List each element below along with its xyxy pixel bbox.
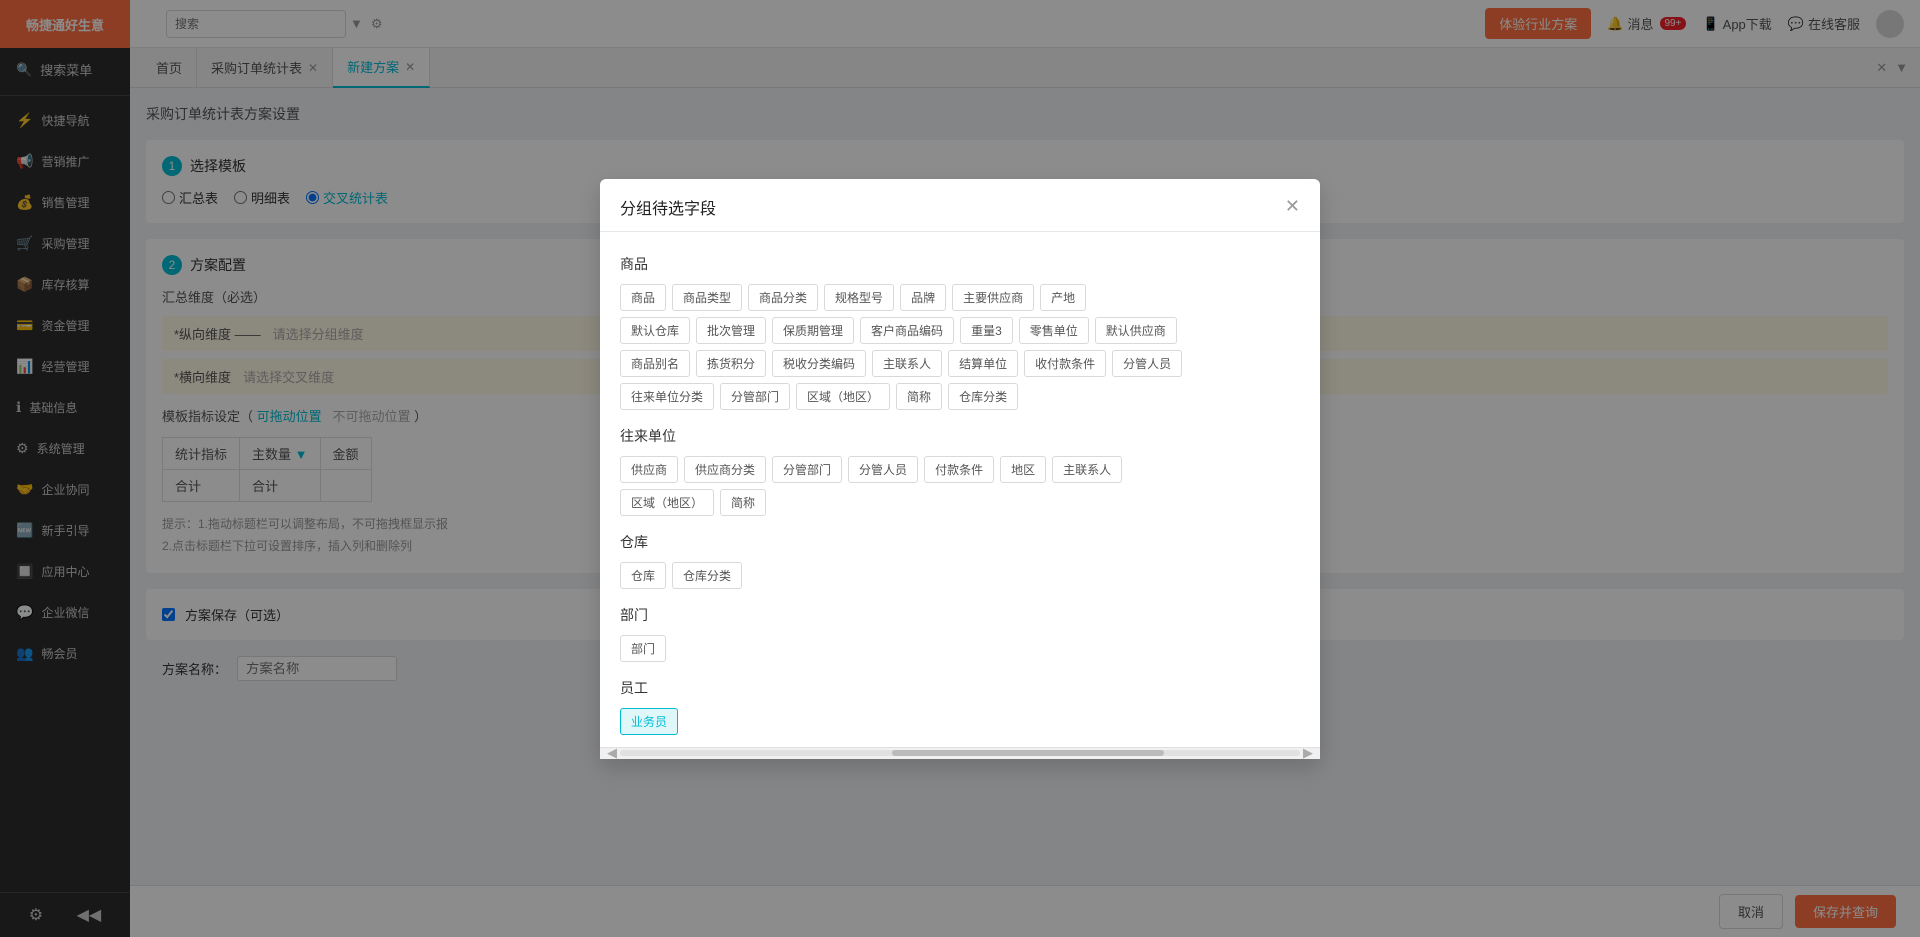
hscroll-left-btn[interactable]: ◀ xyxy=(604,745,620,761)
field-tag[interactable]: 零售单位 xyxy=(1019,317,1089,344)
dialog-body[interactable]: 商品 商品 商品类型 商品分类 规格型号 品牌 主要供应商 产地 默认仓库 批次… xyxy=(600,232,1320,747)
field-tag-employee[interactable]: 业务员 xyxy=(620,708,678,735)
group-goods-title: 商品 xyxy=(620,254,1300,274)
group-warehouse-title: 仓库 xyxy=(620,532,1300,552)
field-tag[interactable]: 主要供应商 xyxy=(952,284,1034,311)
group-employee-fields: 业务员 xyxy=(620,708,1300,735)
group-partner-fields-1: 供应商 供应商分类 分管部门 分管人员 付款条件 地区 主联系人 xyxy=(620,456,1300,483)
field-tag[interactable]: 分管人员 xyxy=(848,456,918,483)
group-goods-fields-4: 往来单位分类 分管部门 区域（地区） 简称 仓库分类 xyxy=(620,383,1300,410)
field-tag[interactable]: 默认仓库 xyxy=(620,317,690,344)
field-tag[interactable]: 付款条件 xyxy=(924,456,994,483)
field-tag[interactable]: 部门 xyxy=(620,635,666,662)
dialog-hscrollbar[interactable]: ◀ ▶ xyxy=(600,747,1320,759)
field-tag[interactable]: 收付款条件 xyxy=(1024,350,1106,377)
group-goods-fields-2: 默认仓库 批次管理 保质期管理 客户商品编码 重量3 零售单位 默认供应商 xyxy=(620,317,1300,344)
field-tag[interactable]: 主联系人 xyxy=(872,350,942,377)
hscroll-track xyxy=(620,750,1300,756)
field-tag[interactable]: 地区 xyxy=(1000,456,1046,483)
group-goods-fields-3: 商品别名 拣货积分 税收分类编码 主联系人 结算单位 收付款条件 分管人员 xyxy=(620,350,1300,377)
field-tag[interactable]: 批次管理 xyxy=(696,317,766,344)
field-tag[interactable]: 客户商品编码 xyxy=(860,317,954,344)
dialog-close-button[interactable]: ✕ xyxy=(1285,196,1300,217)
field-tag[interactable]: 供应商 xyxy=(620,456,678,483)
field-tag[interactable]: 重量3 xyxy=(960,317,1013,344)
field-tag[interactable]: 结算单位 xyxy=(948,350,1018,377)
field-tag[interactable]: 商品 xyxy=(620,284,666,311)
hscroll-right-btn[interactable]: ▶ xyxy=(1300,745,1316,761)
field-tag[interactable]: 往来单位分类 xyxy=(620,383,714,410)
field-tag[interactable]: 仓库分类 xyxy=(948,383,1018,410)
field-tag[interactable]: 仓库分类 xyxy=(672,562,742,589)
group-department-fields: 部门 xyxy=(620,635,1300,662)
group-department-title: 部门 xyxy=(620,605,1300,625)
field-tag[interactable]: 区域（地区） xyxy=(796,383,890,410)
field-tag[interactable]: 默认供应商 xyxy=(1095,317,1177,344)
field-tag[interactable]: 商品类型 xyxy=(672,284,742,311)
field-tag[interactable]: 商品别名 xyxy=(620,350,690,377)
field-tag[interactable]: 分管部门 xyxy=(720,383,790,410)
field-tag[interactable]: 区域（地区） xyxy=(620,489,714,516)
dialog-title: 分组待选字段 xyxy=(620,195,716,219)
field-tag[interactable]: 简称 xyxy=(720,489,766,516)
field-tag[interactable]: 简称 xyxy=(896,383,942,410)
field-select-dialog: 分组待选字段 ✕ 商品 商品 商品类型 商品分类 规格型号 品牌 主要供应商 产… xyxy=(600,179,1320,759)
field-tag[interactable]: 保质期管理 xyxy=(772,317,854,344)
field-tag[interactable]: 商品分类 xyxy=(748,284,818,311)
field-tag[interactable]: 拣货积分 xyxy=(696,350,766,377)
field-tag[interactable]: 供应商分类 xyxy=(684,456,766,483)
field-tag[interactable]: 规格型号 xyxy=(824,284,894,311)
field-tag[interactable]: 分管人员 xyxy=(1112,350,1182,377)
group-employee-title: 员工 xyxy=(620,678,1300,698)
field-tag[interactable]: 分管部门 xyxy=(772,456,842,483)
field-tag[interactable]: 产地 xyxy=(1040,284,1086,311)
field-tag[interactable]: 仓库 xyxy=(620,562,666,589)
group-goods-fields: 商品 商品类型 商品分类 规格型号 品牌 主要供应商 产地 xyxy=(620,284,1300,311)
field-tag[interactable]: 主联系人 xyxy=(1052,456,1122,483)
field-tag[interactable]: 品牌 xyxy=(900,284,946,311)
field-tag[interactable]: 税收分类编码 xyxy=(772,350,866,377)
group-warehouse-fields: 仓库 仓库分类 xyxy=(620,562,1300,589)
group-partner-title: 往来单位 xyxy=(620,426,1300,446)
group-partner-fields-2: 区域（地区） 简称 xyxy=(620,489,1300,516)
dialog-header: 分组待选字段 ✕ xyxy=(600,179,1320,232)
hscroll-thumb[interactable] xyxy=(892,750,1164,756)
